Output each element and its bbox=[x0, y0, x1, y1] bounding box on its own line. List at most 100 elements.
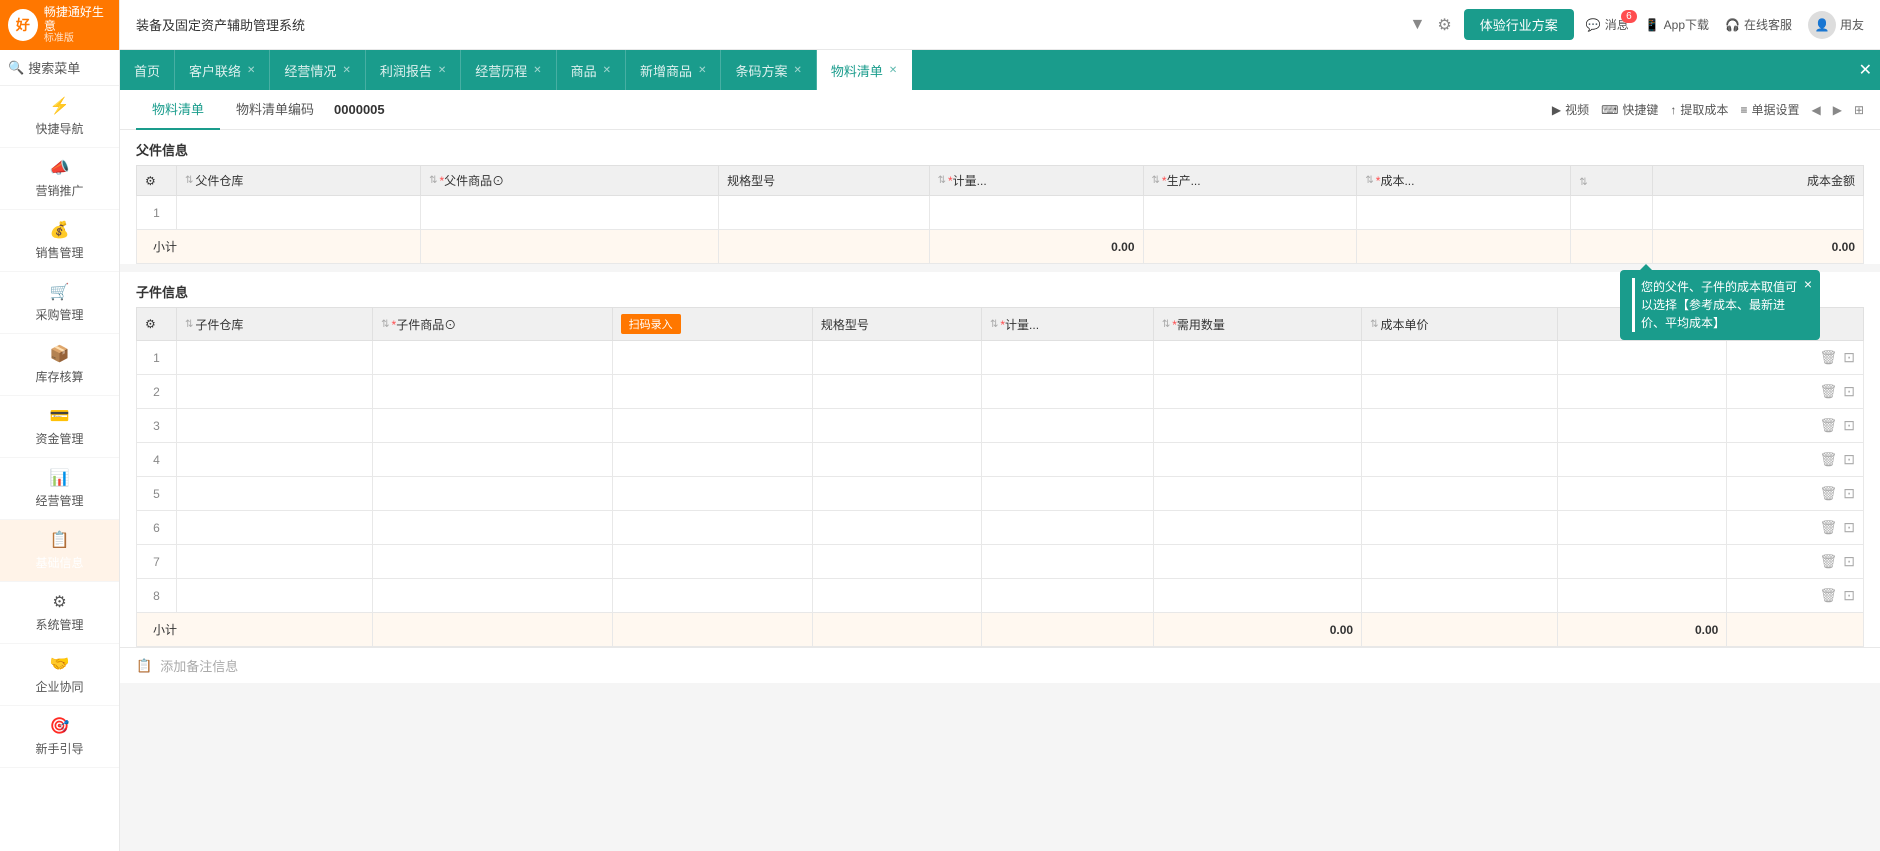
child-delete-icon-7[interactable]: 🗑 bbox=[1819, 553, 1837, 570]
sidebar-item-guide[interactable]: 🎯 新手引导 bbox=[0, 706, 119, 768]
child-warehouse-8[interactable] bbox=[177, 579, 373, 613]
child-warehouse-2[interactable] bbox=[177, 375, 373, 409]
tab-barcode[interactable]: 条码方案 ✕ bbox=[721, 50, 816, 90]
parent-product-1[interactable] bbox=[421, 196, 719, 230]
message-item[interactable]: 💬 消息 6 bbox=[1586, 16, 1629, 33]
tab-new-product[interactable]: 新增商品 ✕ bbox=[626, 50, 721, 90]
tab-home[interactable]: 首页 bbox=[120, 50, 175, 90]
sidebar-item-basic-info[interactable]: 📋 基础信息 bbox=[0, 520, 119, 582]
tab-close-customer[interactable]: ✕ bbox=[247, 65, 255, 76]
tool-extract-cost[interactable]: ↑ 提取成本 bbox=[1670, 101, 1728, 118]
tool-shortcut[interactable]: ⌨ 快捷键 bbox=[1601, 101, 1658, 118]
child-unit-4[interactable] bbox=[981, 443, 1153, 477]
tab-bar-close-icon[interactable]: ✕ bbox=[1859, 60, 1872, 80]
child-copy-icon-8[interactable]: ⊡ bbox=[1843, 587, 1855, 604]
sidebar-item-sales[interactable]: 💰 销售管理 bbox=[0, 210, 119, 272]
bottom-label[interactable]: 添加备注信息 bbox=[160, 656, 238, 675]
child-delete-icon-2[interactable]: 🗑 bbox=[1819, 383, 1837, 400]
sidebar-item-purchase[interactable]: 🛒 采购管理 bbox=[0, 272, 119, 334]
child-unit-cost-3[interactable] bbox=[1362, 409, 1558, 443]
online-service-item[interactable]: 🎧 在线客服 bbox=[1725, 16, 1792, 33]
tab-close-bom[interactable]: ✕ bbox=[889, 65, 897, 76]
grid-view-icon[interactable]: ⊞ bbox=[1854, 103, 1864, 117]
child-quantity-3[interactable] bbox=[1153, 409, 1361, 443]
tab-close-history[interactable]: ✕ bbox=[533, 65, 541, 76]
sidebar-item-enterprise[interactable]: 🤝 企业协同 bbox=[0, 644, 119, 706]
child-quantity-5[interactable] bbox=[1153, 477, 1361, 511]
child-copy-icon-3[interactable]: ⊡ bbox=[1843, 417, 1855, 434]
sidebar-item-operations[interactable]: 📊 经营管理 bbox=[0, 458, 119, 520]
child-spec-6[interactable] bbox=[812, 511, 981, 545]
child-quantity-2[interactable] bbox=[1153, 375, 1361, 409]
trial-button[interactable]: 体验行业方案 bbox=[1464, 9, 1574, 40]
child-quantity-1[interactable] bbox=[1153, 341, 1361, 375]
child-warehouse-6[interactable] bbox=[177, 511, 373, 545]
child-spec-7[interactable] bbox=[812, 545, 981, 579]
tab-close-ops[interactable]: ✕ bbox=[342, 65, 350, 76]
child-product-4[interactable] bbox=[373, 443, 612, 477]
child-unit-cost-8[interactable] bbox=[1362, 579, 1558, 613]
child-col-settings[interactable]: ⚙ bbox=[137, 308, 177, 341]
settings-dropdown-icon[interactable]: ▼ bbox=[1410, 16, 1426, 34]
child-copy-icon-7[interactable]: ⊡ bbox=[1843, 553, 1855, 570]
sub-tab-bom-code[interactable]: 物料清单编码 bbox=[220, 90, 330, 130]
parent-spec-1[interactable] bbox=[719, 196, 929, 230]
tab-product[interactable]: 商品 ✕ bbox=[557, 50, 626, 90]
child-delete-icon-1[interactable]: 🗑 bbox=[1819, 349, 1837, 366]
child-product-5[interactable] bbox=[373, 477, 612, 511]
tab-bom[interactable]: 物料清单 ✕ bbox=[817, 50, 912, 90]
child-warehouse-3[interactable] bbox=[177, 409, 373, 443]
child-quantity-8[interactable] bbox=[1153, 579, 1361, 613]
parent-production-1[interactable] bbox=[1143, 196, 1357, 230]
sidebar-search[interactable]: 🔍 搜索菜单 bbox=[0, 50, 119, 86]
parent-unit-1[interactable] bbox=[929, 196, 1143, 230]
tab-close-new-product[interactable]: ✕ bbox=[698, 65, 706, 76]
child-unit-cost-7[interactable] bbox=[1362, 545, 1558, 579]
tab-close-barcode[interactable]: ✕ bbox=[793, 65, 801, 76]
child-delete-icon-6[interactable]: 🗑 bbox=[1819, 519, 1837, 536]
child-copy-icon-4[interactable]: ⊡ bbox=[1843, 451, 1855, 468]
child-delete-icon-3[interactable]: 🗑 bbox=[1819, 417, 1837, 434]
child-unit-2[interactable] bbox=[981, 375, 1153, 409]
child-spec-8[interactable] bbox=[812, 579, 981, 613]
child-spec-2[interactable] bbox=[812, 375, 981, 409]
child-product-3[interactable] bbox=[373, 409, 612, 443]
sidebar-item-system[interactable]: ⚙ 系统管理 bbox=[0, 582, 119, 644]
user-item[interactable]: 👤 用友 bbox=[1808, 11, 1864, 39]
child-product-7[interactable] bbox=[373, 545, 612, 579]
child-copy-icon-5[interactable]: ⊡ bbox=[1843, 485, 1855, 502]
child-copy-icon-2[interactable]: ⊡ bbox=[1843, 383, 1855, 400]
child-quantity-7[interactable] bbox=[1153, 545, 1361, 579]
child-spec-4[interactable] bbox=[812, 443, 981, 477]
child-unit-5[interactable] bbox=[981, 477, 1153, 511]
tool-video[interactable]: ▶ 视频 bbox=[1552, 101, 1589, 118]
child-product-1[interactable] bbox=[373, 341, 612, 375]
child-unit-3[interactable] bbox=[981, 409, 1153, 443]
child-unit-8[interactable] bbox=[981, 579, 1153, 613]
child-delete-icon-5[interactable]: 🗑 bbox=[1819, 485, 1837, 502]
parent-warehouse-1[interactable] bbox=[177, 196, 421, 230]
child-delete-icon-8[interactable]: 🗑 bbox=[1819, 587, 1837, 604]
tab-history[interactable]: 经营历程 ✕ bbox=[461, 50, 556, 90]
child-spec-1[interactable] bbox=[812, 341, 981, 375]
child-spec-3[interactable] bbox=[812, 409, 981, 443]
tab-operations-status[interactable]: 经营情况 ✕ bbox=[270, 50, 365, 90]
child-unit-cost-5[interactable] bbox=[1362, 477, 1558, 511]
parent-cost-1[interactable] bbox=[1357, 196, 1571, 230]
child-warehouse-7[interactable] bbox=[177, 545, 373, 579]
child-unit-cost-4[interactable] bbox=[1362, 443, 1558, 477]
child-unit-cost-1[interactable] bbox=[1362, 341, 1558, 375]
child-unit-cost-6[interactable] bbox=[1362, 511, 1558, 545]
tab-profit[interactable]: 利润报告 ✕ bbox=[366, 50, 461, 90]
child-warehouse-1[interactable] bbox=[177, 341, 373, 375]
parent-col-settings[interactable]: ⚙ bbox=[137, 166, 177, 196]
tab-close-profit[interactable]: ✕ bbox=[438, 65, 446, 76]
child-unit-7[interactable] bbox=[981, 545, 1153, 579]
child-warehouse-4[interactable] bbox=[177, 443, 373, 477]
child-product-2[interactable] bbox=[373, 375, 612, 409]
nav-arrow-left[interactable]: ◀ bbox=[1811, 103, 1820, 117]
nav-arrow-right[interactable]: ▶ bbox=[1833, 103, 1842, 117]
tab-close-product[interactable]: ✕ bbox=[603, 65, 611, 76]
tooltip-close-icon[interactable]: × bbox=[1804, 274, 1812, 295]
child-copy-icon-1[interactable]: ⊡ bbox=[1843, 349, 1855, 366]
